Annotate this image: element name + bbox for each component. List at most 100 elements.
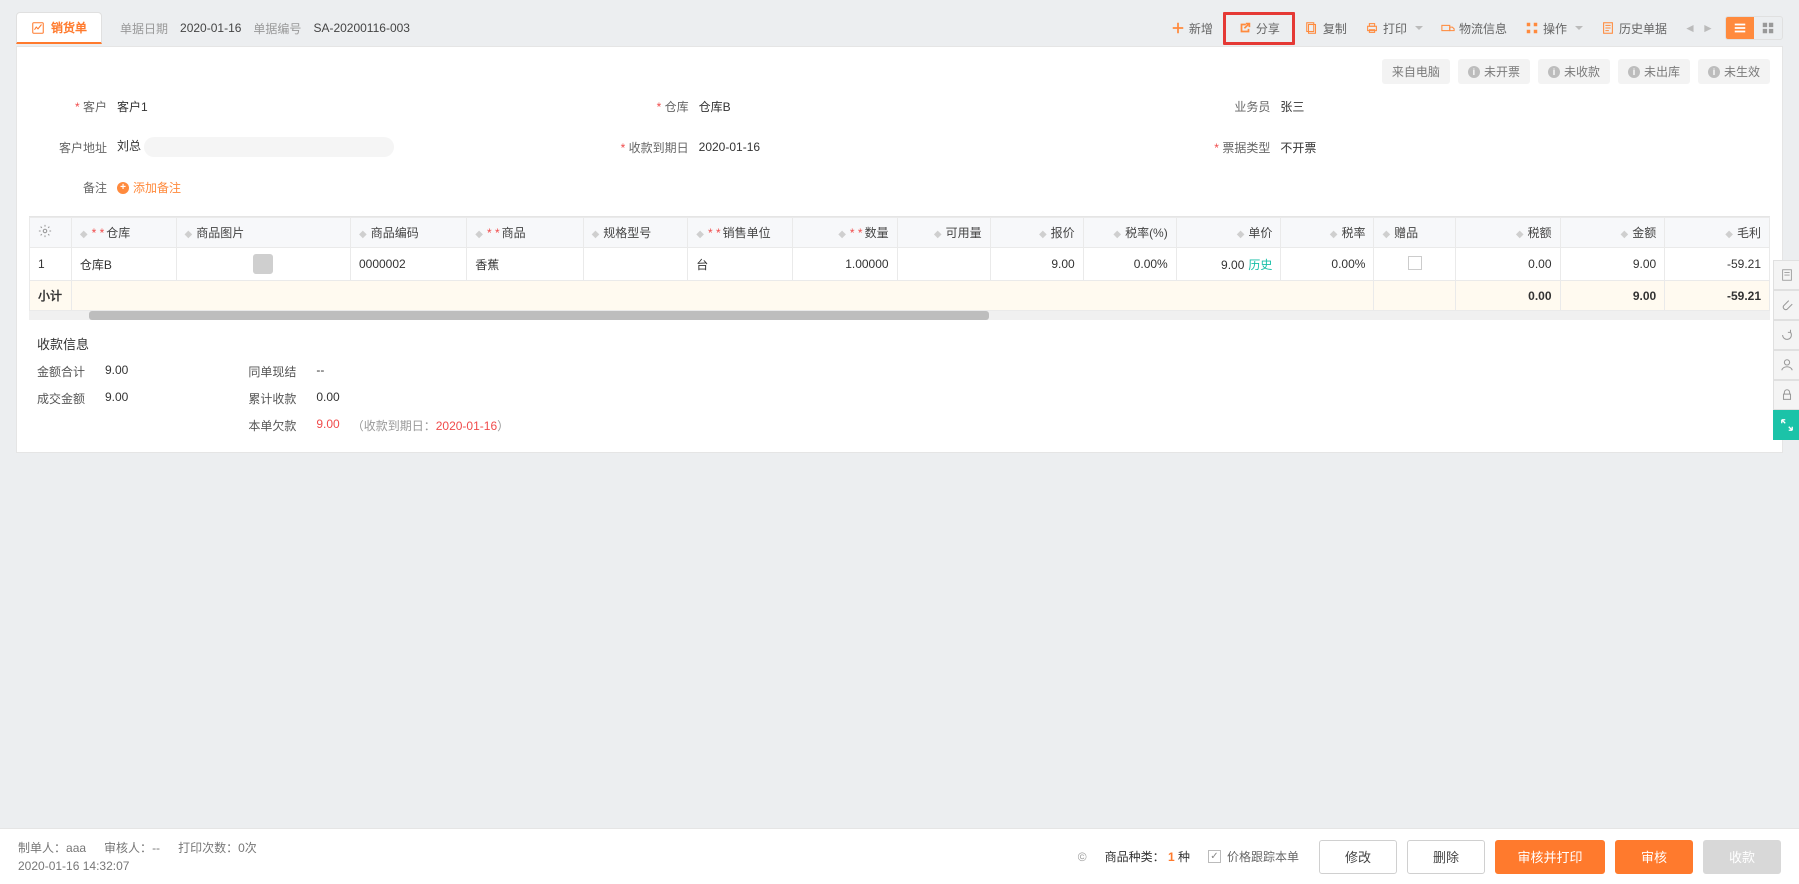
toolbar-actions: 新增 分享 复制 打印 物流信息 操作 <box>1163 12 1783 45</box>
share-button[interactable]: 分享 <box>1230 16 1288 41</box>
col-image[interactable]: ◆商品图片 <box>176 218 350 248</box>
cell-profit[interactable]: -59.21 <box>1665 248 1770 281</box>
side-tool-strip <box>1773 260 1799 440</box>
cell-tax-pct[interactable]: 0.00% <box>1281 248 1374 281</box>
invoice-type-value[interactable]: 不开票 <box>1280 139 1316 156</box>
col-spec[interactable]: ◆规格型号 <box>583 218 688 248</box>
operate-button[interactable]: 操作 <box>1517 16 1591 41</box>
field-remark: 备注 + 添加备注 <box>37 179 599 196</box>
cell-qty[interactable]: 1.00000 <box>792 248 897 281</box>
info-icon: i <box>1628 66 1640 78</box>
nav-next-icon[interactable]: ► <box>1701 21 1715 35</box>
col-quote[interactable]: ◆报价 <box>990 218 1083 248</box>
cell-price[interactable]: 9.00历史 <box>1176 248 1281 281</box>
print-button[interactable]: 打印 <box>1357 16 1431 41</box>
cell-spec[interactable] <box>583 248 688 281</box>
col-product[interactable]: ◆*商品 <box>467 218 583 248</box>
side-user-icon[interactable] <box>1773 350 1799 380</box>
main-card: 来自电脑 i未开票 i未收款 i未出库 i未生效 客户 客户1 仓库 仓库B 业… <box>16 46 1783 453</box>
new-button[interactable]: 新增 <box>1163 16 1221 41</box>
warehouse-value[interactable]: 仓库B <box>699 98 731 115</box>
col-profit[interactable]: ◆毛利 <box>1665 218 1770 248</box>
col-tax-pct[interactable]: ◆税率 <box>1281 218 1374 248</box>
row-acc: 累计收款0.00 <box>248 390 509 407</box>
cell-product[interactable]: 香蕉 <box>467 248 583 281</box>
side-note-icon[interactable] <box>1773 260 1799 290</box>
cell-gift[interactable] <box>1374 248 1455 281</box>
side-attach-icon[interactable] <box>1773 290 1799 320</box>
field-customer: 客户 客户1 <box>37 98 599 115</box>
cell-code[interactable]: 0000002 <box>350 248 466 281</box>
audit-button[interactable]: 审核 <box>1615 840 1693 874</box>
receive-button[interactable]: 收款 <box>1703 840 1781 874</box>
due-date-value[interactable]: 2020-01-16 <box>699 140 760 154</box>
row-same: 同单现结-- <box>248 363 509 380</box>
view-grid-icon[interactable] <box>1754 17 1782 39</box>
cell-unit[interactable]: 台 <box>688 248 793 281</box>
audit-print-button[interactable]: 审核并打印 <box>1495 840 1605 874</box>
gear-icon <box>38 224 52 238</box>
side-expand-icon[interactable] <box>1773 410 1799 440</box>
scrollbar-thumb[interactable] <box>89 311 989 320</box>
logistics-button[interactable]: 物流信息 <box>1433 16 1515 41</box>
col-tax-amt[interactable]: ◆税额 <box>1455 218 1560 248</box>
delete-button[interactable]: 删除 <box>1407 840 1485 874</box>
bottom-buttons: 修改 删除 审核并打印 审核 收款 <box>1319 840 1781 874</box>
doc-type-label: 销货单 <box>51 19 87 36</box>
address-mask <box>144 137 394 157</box>
address-value[interactable]: 刘总 <box>117 137 394 157</box>
nav-prev-icon[interactable]: ◄ <box>1683 21 1697 35</box>
row-owe: 本单欠款 9.00 （收款到期日：2020-01-16） <box>248 417 509 434</box>
cell-tax-rate[interactable]: 0.00% <box>1083 248 1176 281</box>
chip-no-receive[interactable]: i未收款 <box>1538 59 1610 84</box>
copy-button[interactable]: 复制 <box>1297 16 1355 41</box>
cell-quote[interactable]: 9.00 <box>990 248 1083 281</box>
table-row[interactable]: 1 仓库B 0000002 香蕉 台 1.00000 9.00 0.00% 9.… <box>30 248 1770 281</box>
side-refresh-icon[interactable] <box>1773 320 1799 350</box>
cell-tax-amt[interactable]: 0.00 <box>1455 248 1560 281</box>
cell-amount[interactable]: 9.00 <box>1560 248 1665 281</box>
customer-value[interactable]: 客户1 <box>117 98 148 115</box>
modify-button[interactable]: 修改 <box>1319 840 1397 874</box>
items-table: ◆*仓库 ◆商品图片 ◆商品编码 ◆*商品 ◆规格型号 ◆*销售单位 ◆*数量 … <box>29 216 1770 320</box>
share-highlight: 分享 <box>1223 12 1295 45</box>
view-toggle <box>1725 16 1783 40</box>
history-button[interactable]: 历史单据 <box>1593 16 1675 41</box>
col-available[interactable]: ◆可用量 <box>897 218 990 248</box>
col-warehouse[interactable]: ◆*仓库 <box>71 218 176 248</box>
add-remark-button[interactable]: + 添加备注 <box>117 179 181 196</box>
col-settings[interactable] <box>30 218 72 248</box>
view-list-icon[interactable] <box>1726 17 1754 39</box>
bottom-bar: 制单人：aaa 审核人：-- 打印次数：0次 2020-01-16 14:32:… <box>0 828 1799 884</box>
col-gift[interactable]: ◆赠品 <box>1374 218 1455 248</box>
subtotal-row: 小计 0.00 9.00 -59.21 <box>30 281 1770 311</box>
table-horizontal-scrollbar[interactable] <box>29 311 1770 320</box>
cell-image[interactable] <box>176 248 350 281</box>
row-total: 金额合计9.00 <box>37 363 128 380</box>
col-code[interactable]: ◆商品编码 <box>350 218 466 248</box>
status-chips: 来自电脑 i未开票 i未收款 i未出库 i未生效 <box>29 59 1770 84</box>
cell-available[interactable] <box>897 248 990 281</box>
side-lock-icon[interactable] <box>1773 380 1799 410</box>
col-tax-rate[interactable]: ◆税率(%) <box>1083 218 1176 248</box>
info-icon: i <box>1468 66 1480 78</box>
doc-no-label: 单据编号 <box>253 20 301 37</box>
price-track-checkbox[interactable]: 价格跟踪本单 <box>1208 848 1299 865</box>
header-form: 客户 客户1 仓库 仓库B 业务员 张三 客户地址 刘总 收款到期日 2020- <box>29 96 1770 212</box>
payment-title: 收款信息 <box>37 334 1762 353</box>
col-amount[interactable]: ◆金额 <box>1560 218 1665 248</box>
chip-no-invoice[interactable]: i未开票 <box>1458 59 1530 84</box>
col-qty[interactable]: ◆*数量 <box>792 218 897 248</box>
cell-warehouse[interactable]: 仓库B <box>71 248 176 281</box>
history-link[interactable]: 历史 <box>1248 258 1272 272</box>
chip-source[interactable]: 来自电脑 <box>1382 59 1450 84</box>
gift-checkbox[interactable] <box>1408 256 1422 270</box>
doc-type-tab[interactable]: 销货单 <box>16 12 102 44</box>
chip-no-out[interactable]: i未出库 <box>1618 59 1690 84</box>
field-address: 客户地址 刘总 <box>37 137 599 157</box>
col-price[interactable]: ◆单价 <box>1176 218 1281 248</box>
salesman-value[interactable]: 张三 <box>1280 98 1304 115</box>
chip-no-effect[interactable]: i未生效 <box>1698 59 1770 84</box>
info-icon: i <box>1548 66 1560 78</box>
col-unit[interactable]: ◆*销售单位 <box>688 218 793 248</box>
